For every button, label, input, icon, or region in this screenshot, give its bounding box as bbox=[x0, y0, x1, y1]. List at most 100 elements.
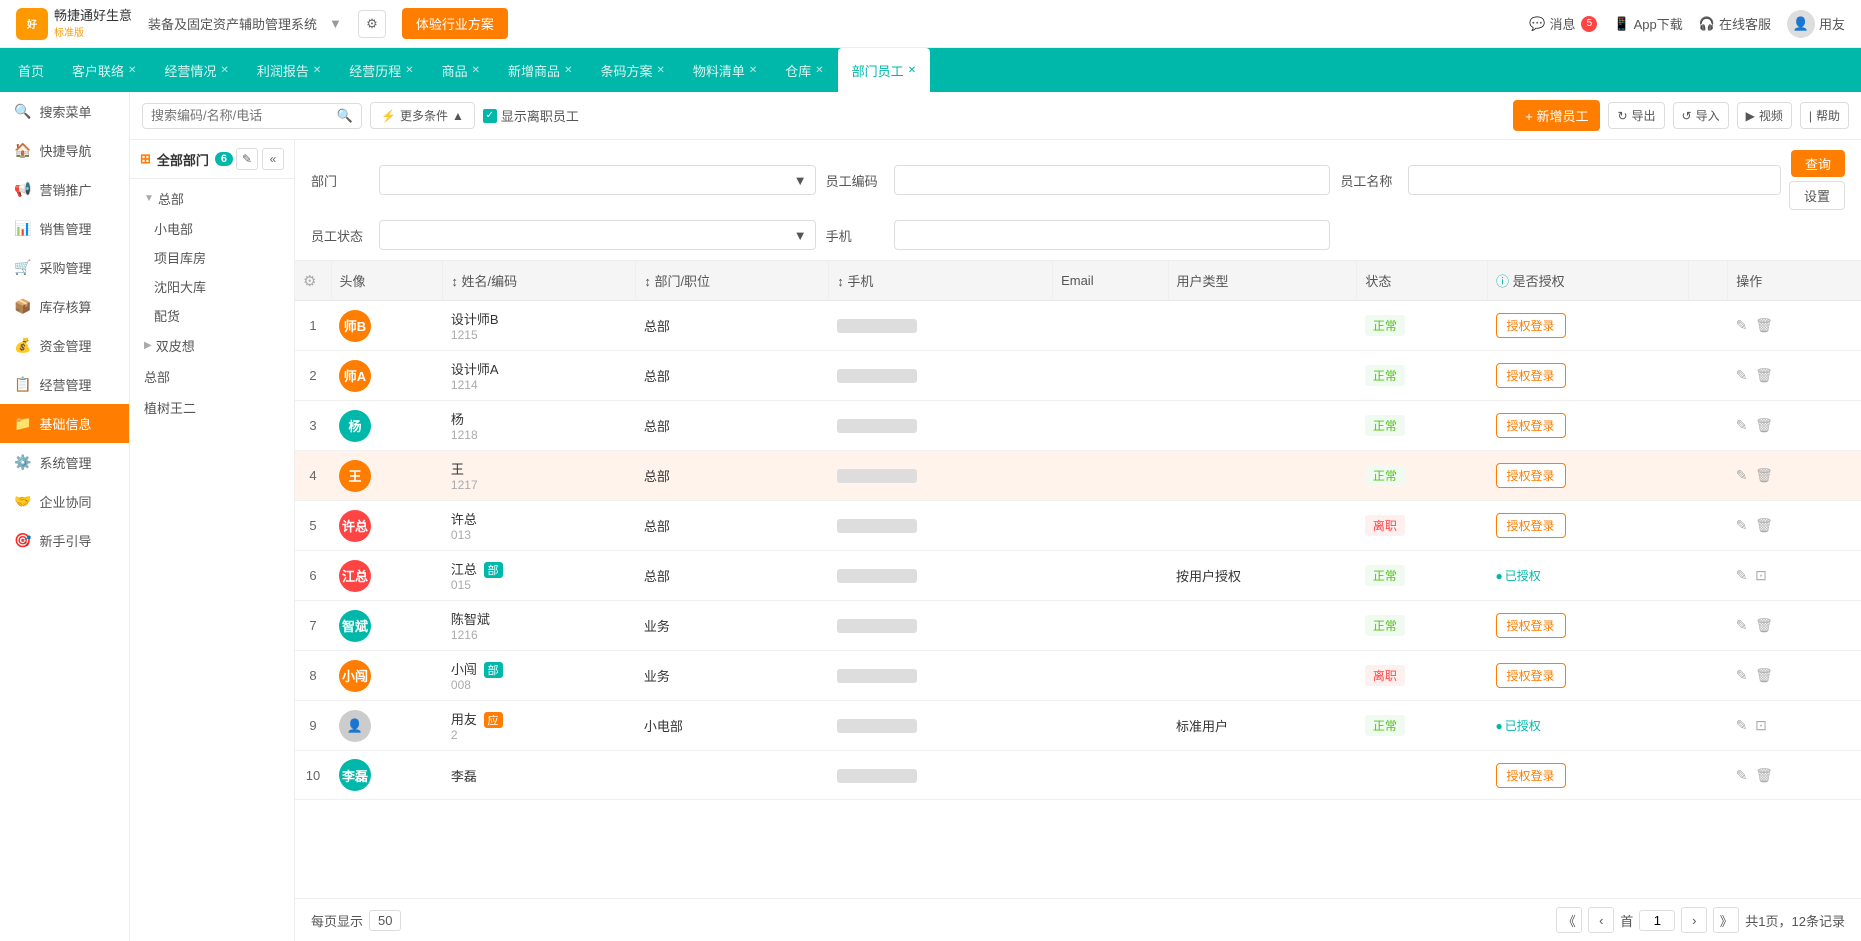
close-icon[interactable]: ✕ bbox=[749, 65, 757, 76]
delete-button[interactable]: 🗑 bbox=[1755, 667, 1773, 683]
emp-code-input[interactable] bbox=[894, 165, 1331, 195]
edit-button[interactable]: ✎ bbox=[1736, 617, 1748, 633]
copy-button[interactable]: ⊡ bbox=[1755, 717, 1767, 733]
delete-button[interactable]: 🗑 bbox=[1755, 317, 1773, 333]
sidebar-item-sales[interactable]: 📊 销售管理 bbox=[0, 209, 129, 248]
dept-edit-button[interactable]: ✎ bbox=[236, 148, 258, 170]
th-phone[interactable]: ↕ 手机 bbox=[829, 261, 1053, 301]
th-dept[interactable]: ↕ 部门/职位 bbox=[636, 261, 829, 301]
tab-profit[interactable]: 利润报告✕ bbox=[243, 48, 335, 92]
next-page-button[interactable]: › bbox=[1681, 907, 1707, 933]
auth-button[interactable]: 授权登录 bbox=[1496, 613, 1566, 638]
last-page-button[interactable]: 》 bbox=[1713, 907, 1739, 933]
prev-page-button[interactable]: ‹ bbox=[1588, 907, 1614, 933]
auth-button[interactable]: 授权登录 bbox=[1496, 663, 1566, 688]
sidebar-item-nav[interactable]: 🏠 快捷导航 bbox=[0, 131, 129, 170]
tab-customers[interactable]: 客户联络✕ bbox=[58, 48, 150, 92]
auth-button[interactable]: 授权登录 bbox=[1496, 463, 1566, 488]
sidebar-item-system[interactable]: ⚙️ 系统管理 bbox=[0, 443, 129, 482]
delete-button[interactable]: 🗑 bbox=[1755, 417, 1773, 433]
dept-item-shenyang[interactable]: 沈阳大库 bbox=[144, 272, 294, 301]
show-resigned-checkbox[interactable]: ✓ 显示离职员工 bbox=[483, 106, 579, 125]
edit-button[interactable]: ✎ bbox=[1736, 517, 1748, 533]
th-settings[interactable]: ⚙ bbox=[295, 261, 331, 301]
gear-button[interactable]: ⚙ bbox=[358, 10, 386, 38]
dept-item-hq2[interactable]: 总部 bbox=[130, 361, 294, 392]
more-filter-button[interactable]: ⚡ 更多条件 ▲ bbox=[370, 102, 475, 129]
auth-button[interactable]: 授权登录 bbox=[1496, 513, 1566, 538]
query-button[interactable]: 查询 bbox=[1791, 150, 1845, 177]
edit-button[interactable]: ✎ bbox=[1736, 417, 1748, 433]
dept-collapse-button[interactable]: « bbox=[262, 148, 284, 170]
sidebar-item-basic[interactable]: 📁 基础信息 bbox=[0, 404, 129, 443]
sidebar-item-management[interactable]: 📋 经营管理 bbox=[0, 365, 129, 404]
dept-item-project-room[interactable]: 项目库房 bbox=[144, 243, 294, 272]
close-icon[interactable]: ✕ bbox=[472, 65, 480, 76]
edit-button[interactable]: ✎ bbox=[1736, 467, 1748, 483]
phone-input[interactable] bbox=[894, 220, 1331, 250]
page-size-value[interactable]: 50 bbox=[369, 910, 401, 931]
online-service-button[interactable]: 🎧 在线客服 bbox=[1699, 14, 1771, 33]
help-button[interactable]: | 帮助 bbox=[1800, 102, 1849, 129]
sidebar-item-finance[interactable]: 💰 资金管理 bbox=[0, 326, 129, 365]
close-icon[interactable]: ✕ bbox=[128, 65, 136, 76]
sidebar-item-inventory[interactable]: 📦 库存核算 bbox=[0, 287, 129, 326]
tab-warehouse[interactable]: 仓库✕ bbox=[771, 48, 837, 92]
edit-button[interactable]: ✎ bbox=[1736, 317, 1748, 333]
th-name[interactable]: ↕ 姓名/编码 bbox=[443, 261, 636, 301]
sys-dropdown-icon[interactable]: ▼ bbox=[329, 16, 342, 31]
dept-item-zhushu[interactable]: 植树王二 bbox=[130, 392, 294, 423]
close-icon[interactable]: ✕ bbox=[220, 65, 228, 76]
sidebar-item-collab[interactable]: 🤝 企业协同 bbox=[0, 482, 129, 521]
message-button[interactable]: 💬 消息 5 bbox=[1529, 14, 1597, 33]
delete-button[interactable]: 🗑 bbox=[1755, 767, 1773, 783]
tab-add-goods[interactable]: 新增商品✕ bbox=[494, 48, 586, 92]
close-icon[interactable]: ✕ bbox=[815, 65, 823, 76]
delete-button[interactable]: 🗑 bbox=[1755, 517, 1773, 533]
edit-button[interactable]: ✎ bbox=[1736, 717, 1748, 733]
close-icon[interactable]: ✕ bbox=[564, 65, 572, 76]
dept-item-headquarters[interactable]: ▼ 总部 bbox=[130, 183, 294, 214]
sidebar-item-search[interactable]: 🔍 搜索菜单 bbox=[0, 92, 129, 131]
tab-goods[interactable]: 商品✕ bbox=[428, 48, 494, 92]
dept-item-double[interactable]: ▶ 双皮想 bbox=[130, 330, 294, 361]
close-icon[interactable]: ✕ bbox=[313, 65, 321, 76]
auth-button[interactable]: 授权登录 bbox=[1496, 313, 1566, 338]
close-icon[interactable]: ✕ bbox=[656, 65, 664, 76]
edit-button[interactable]: ✎ bbox=[1736, 667, 1748, 683]
sidebar-item-purchase[interactable]: 🛒 采购管理 bbox=[0, 248, 129, 287]
sidebar-item-marketing[interactable]: 📢 营销推广 bbox=[0, 170, 129, 209]
edit-button[interactable]: ✎ bbox=[1736, 367, 1748, 383]
add-employee-button[interactable]: + 新增员工 bbox=[1513, 100, 1600, 131]
tab-bom[interactable]: 物料清单✕ bbox=[679, 48, 771, 92]
delete-button[interactable]: 🗑 bbox=[1755, 617, 1773, 633]
close-icon[interactable]: ✕ bbox=[405, 65, 413, 76]
edit-button[interactable]: ✎ bbox=[1736, 767, 1748, 783]
sidebar-item-guide[interactable]: 🎯 新手引导 bbox=[0, 521, 129, 560]
copy-button[interactable]: ⊡ bbox=[1755, 567, 1767, 583]
delete-button[interactable]: 🗑 bbox=[1755, 367, 1773, 383]
import-button[interactable]: ↺ 导入 bbox=[1673, 102, 1729, 129]
close-icon[interactable]: ✕ bbox=[908, 65, 916, 76]
auth-button[interactable]: 授权登录 bbox=[1496, 363, 1566, 388]
video-button[interactable]: ▶ 视频 bbox=[1737, 102, 1792, 129]
set-button[interactable]: 设置 bbox=[1789, 181, 1845, 210]
first-page-button[interactable]: 《 bbox=[1556, 907, 1582, 933]
tab-employees[interactable]: 部门员工✕ bbox=[838, 48, 930, 92]
delete-button[interactable]: 🗑 bbox=[1755, 467, 1773, 483]
tab-barcode[interactable]: 条码方案✕ bbox=[586, 48, 678, 92]
dept-item-small-elec[interactable]: 小电部 bbox=[144, 214, 294, 243]
search-input[interactable] bbox=[151, 108, 333, 123]
tab-home[interactable]: 首页 bbox=[4, 48, 58, 92]
status-filter-select[interactable]: ▼ bbox=[379, 220, 816, 250]
app-download-button[interactable]: 📱 App下载 bbox=[1613, 14, 1682, 33]
user-menu[interactable]: 👤 用友 bbox=[1787, 10, 1845, 38]
tab-operations[interactable]: 经营情况✕ bbox=[150, 48, 242, 92]
tab-history[interactable]: 经营历程✕ bbox=[335, 48, 427, 92]
dept-item-distribution[interactable]: 配货 bbox=[144, 301, 294, 330]
page-number-input[interactable] bbox=[1639, 910, 1675, 931]
emp-name-input[interactable] bbox=[1408, 165, 1781, 195]
auth-button[interactable]: 授权登录 bbox=[1496, 413, 1566, 438]
dept-filter-select[interactable]: ▼ bbox=[379, 165, 816, 195]
trial-button[interactable]: 体验行业方案 bbox=[402, 8, 508, 39]
